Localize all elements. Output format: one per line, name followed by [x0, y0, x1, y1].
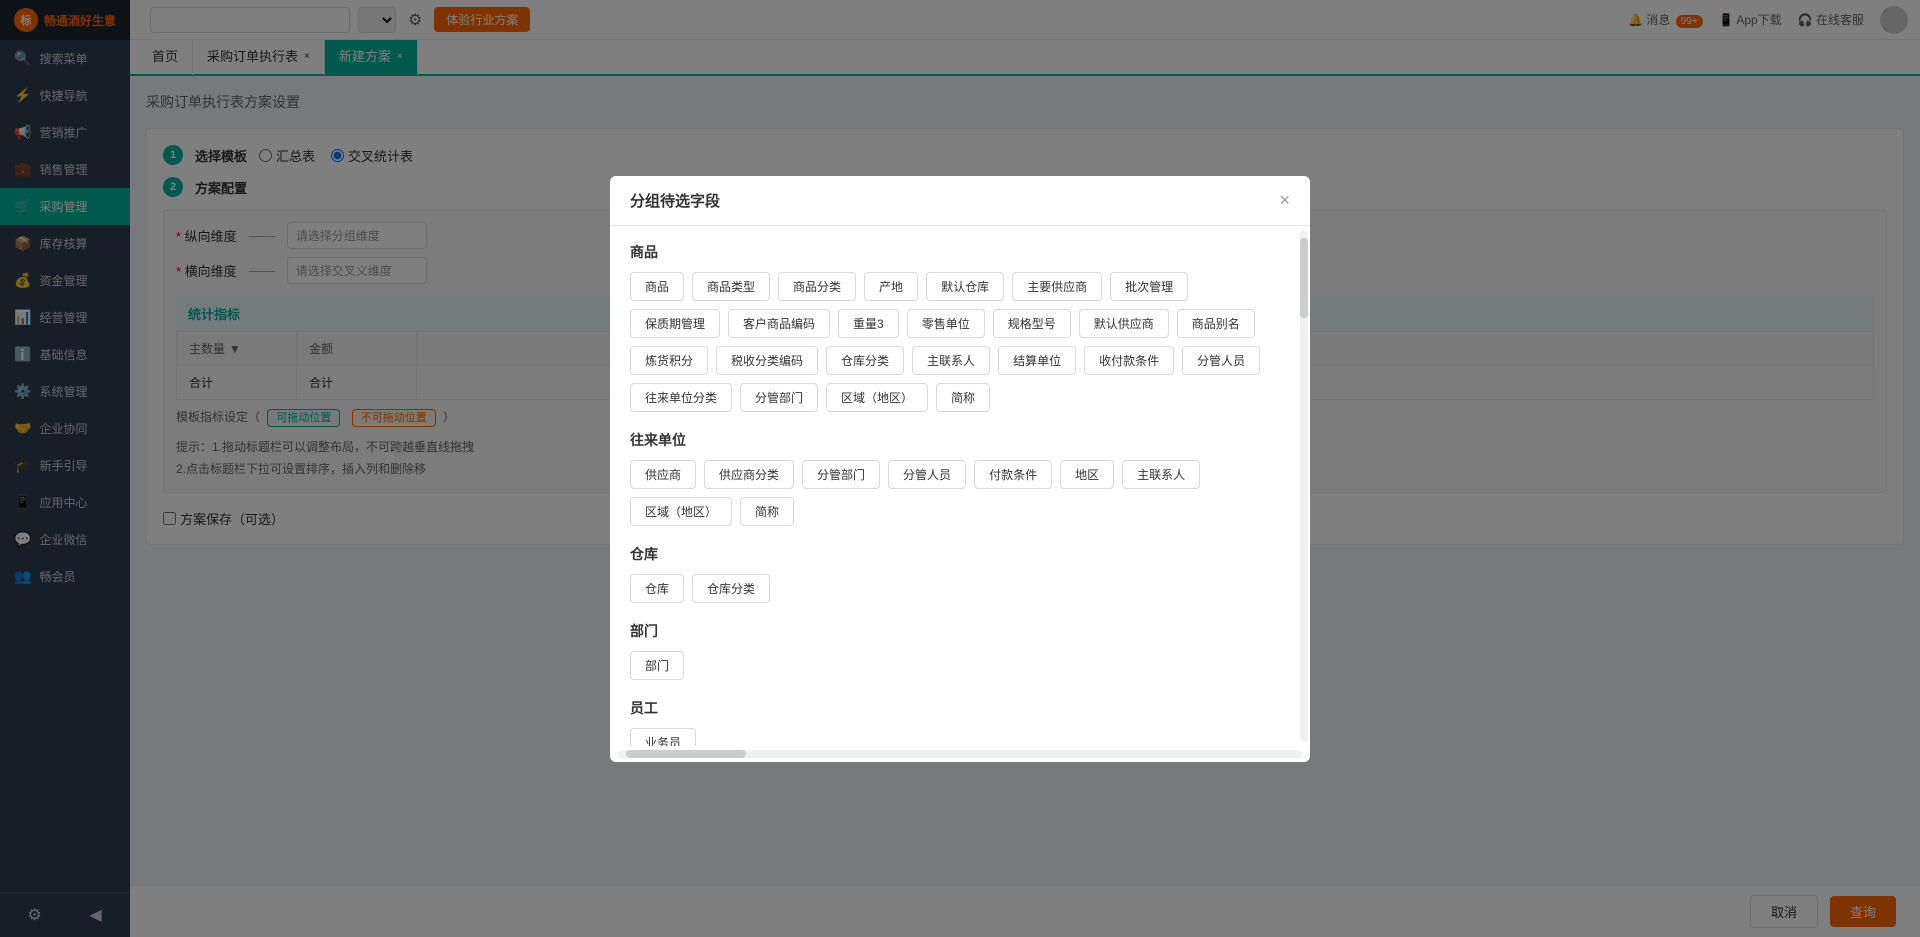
modal-box: 分组待选字段 × 商品 商品 商品类型 商品分类 产地 默认仓库 主要供应商 批	[610, 176, 1310, 762]
field-tag[interactable]: 仓库分类	[692, 574, 770, 603]
field-tag[interactable]: 商品	[630, 272, 684, 301]
field-tag[interactable]: 炼货积分	[630, 346, 708, 375]
modal-scroll-content[interactable]: 商品 商品 商品类型 商品分类 产地 默认仓库 主要供应商 批次管理 保质期管理…	[610, 226, 1298, 746]
field-tag[interactable]: 区域（地区）	[826, 383, 928, 412]
field-tag[interactable]: 部门	[630, 651, 684, 680]
field-tag[interactable]: 简称	[740, 497, 794, 526]
field-tag[interactable]: 收付款条件	[1084, 346, 1174, 375]
field-tag[interactable]: 分管部门	[740, 383, 818, 412]
field-group-department-title: 部门	[630, 621, 1278, 641]
field-tag[interactable]: 商品别名	[1177, 309, 1255, 338]
field-tag[interactable]: 默认供应商	[1079, 309, 1169, 338]
field-tag[interactable]: 供应商	[630, 460, 696, 489]
field-tag[interactable]: 保质期管理	[630, 309, 720, 338]
field-group-goods-title: 商品	[630, 242, 1278, 262]
field-tag[interactable]: 批次管理	[1110, 272, 1188, 301]
field-tag[interactable]: 分管人员	[1182, 346, 1260, 375]
field-tag[interactable]: 商品类型	[692, 272, 770, 301]
field-group-goods: 商品 商品 商品类型 商品分类 产地 默认仓库 主要供应商 批次管理 保质期管理…	[630, 242, 1278, 412]
modal-close-button[interactable]: ×	[1279, 190, 1290, 211]
field-group-employee: 员工 业务员	[630, 698, 1278, 746]
field-group-warehouse-title: 仓库	[630, 544, 1278, 564]
field-tag[interactable]: 区域（地区）	[630, 497, 732, 526]
field-tag[interactable]: 主要供应商	[1012, 272, 1102, 301]
field-tag[interactable]: 客户商品编码	[728, 309, 830, 338]
modal-title: 分组待选字段	[630, 190, 720, 211]
field-tag[interactable]: 付款条件	[974, 460, 1052, 489]
field-tag[interactable]: 供应商分类	[704, 460, 794, 489]
field-group-warehouse: 仓库 仓库 仓库分类	[630, 544, 1278, 603]
field-tags-department: 部门	[630, 651, 1278, 680]
field-group-department: 部门 部门	[630, 621, 1278, 680]
field-tag[interactable]: 分管人员	[888, 460, 966, 489]
field-group-partner: 往来单位 供应商 供应商分类 分管部门 分管人员 付款条件 地区 主联系人 区域…	[630, 430, 1278, 526]
field-tags-goods: 商品 商品类型 商品分类 产地 默认仓库 主要供应商 批次管理 保质期管理 客户…	[630, 272, 1278, 412]
field-tags-employee: 业务员	[630, 728, 1278, 746]
field-tag[interactable]: 商品分类	[778, 272, 856, 301]
field-tags-partner: 供应商 供应商分类 分管部门 分管人员 付款条件 地区 主联系人 区域（地区） …	[630, 460, 1278, 526]
modal-scrollbar-thumb	[1300, 238, 1308, 318]
field-tag[interactable]: 产地	[864, 272, 918, 301]
modal-scrollbar-track[interactable]	[1300, 230, 1308, 742]
modal-overlay[interactable]: 分组待选字段 × 商品 商品 商品类型 商品分类 产地 默认仓库 主要供应商 批	[0, 0, 1920, 937]
field-tag[interactable]: 地区	[1060, 460, 1114, 489]
field-group-partner-title: 往来单位	[630, 430, 1278, 450]
modal-header: 分组待选字段 ×	[610, 176, 1310, 226]
field-tag[interactable]: 主联系人	[912, 346, 990, 375]
field-tag[interactable]: 默认仓库	[926, 272, 1004, 301]
field-tag[interactable]: 零售单位	[907, 309, 985, 338]
field-tag[interactable]: 主联系人	[1122, 460, 1200, 489]
field-tag[interactable]: 税收分类编码	[716, 346, 818, 375]
field-tag[interactable]: 分管部门	[802, 460, 880, 489]
field-group-employee-title: 员工	[630, 698, 1278, 718]
field-tag[interactable]: 仓库	[630, 574, 684, 603]
field-tag[interactable]: 仓库分类	[826, 346, 904, 375]
field-tag[interactable]: 业务员	[630, 728, 696, 746]
field-tag[interactable]: 重量3	[838, 309, 899, 338]
field-tag[interactable]: 结算单位	[998, 346, 1076, 375]
modal-h-scrollbar[interactable]	[618, 750, 1302, 758]
field-tag[interactable]: 往来单位分类	[630, 383, 732, 412]
modal-h-scrollbar-thumb	[626, 750, 746, 758]
field-tag[interactable]: 简称	[936, 383, 990, 412]
field-tag[interactable]: 规格型号	[993, 309, 1071, 338]
field-tags-warehouse: 仓库 仓库分类	[630, 574, 1278, 603]
